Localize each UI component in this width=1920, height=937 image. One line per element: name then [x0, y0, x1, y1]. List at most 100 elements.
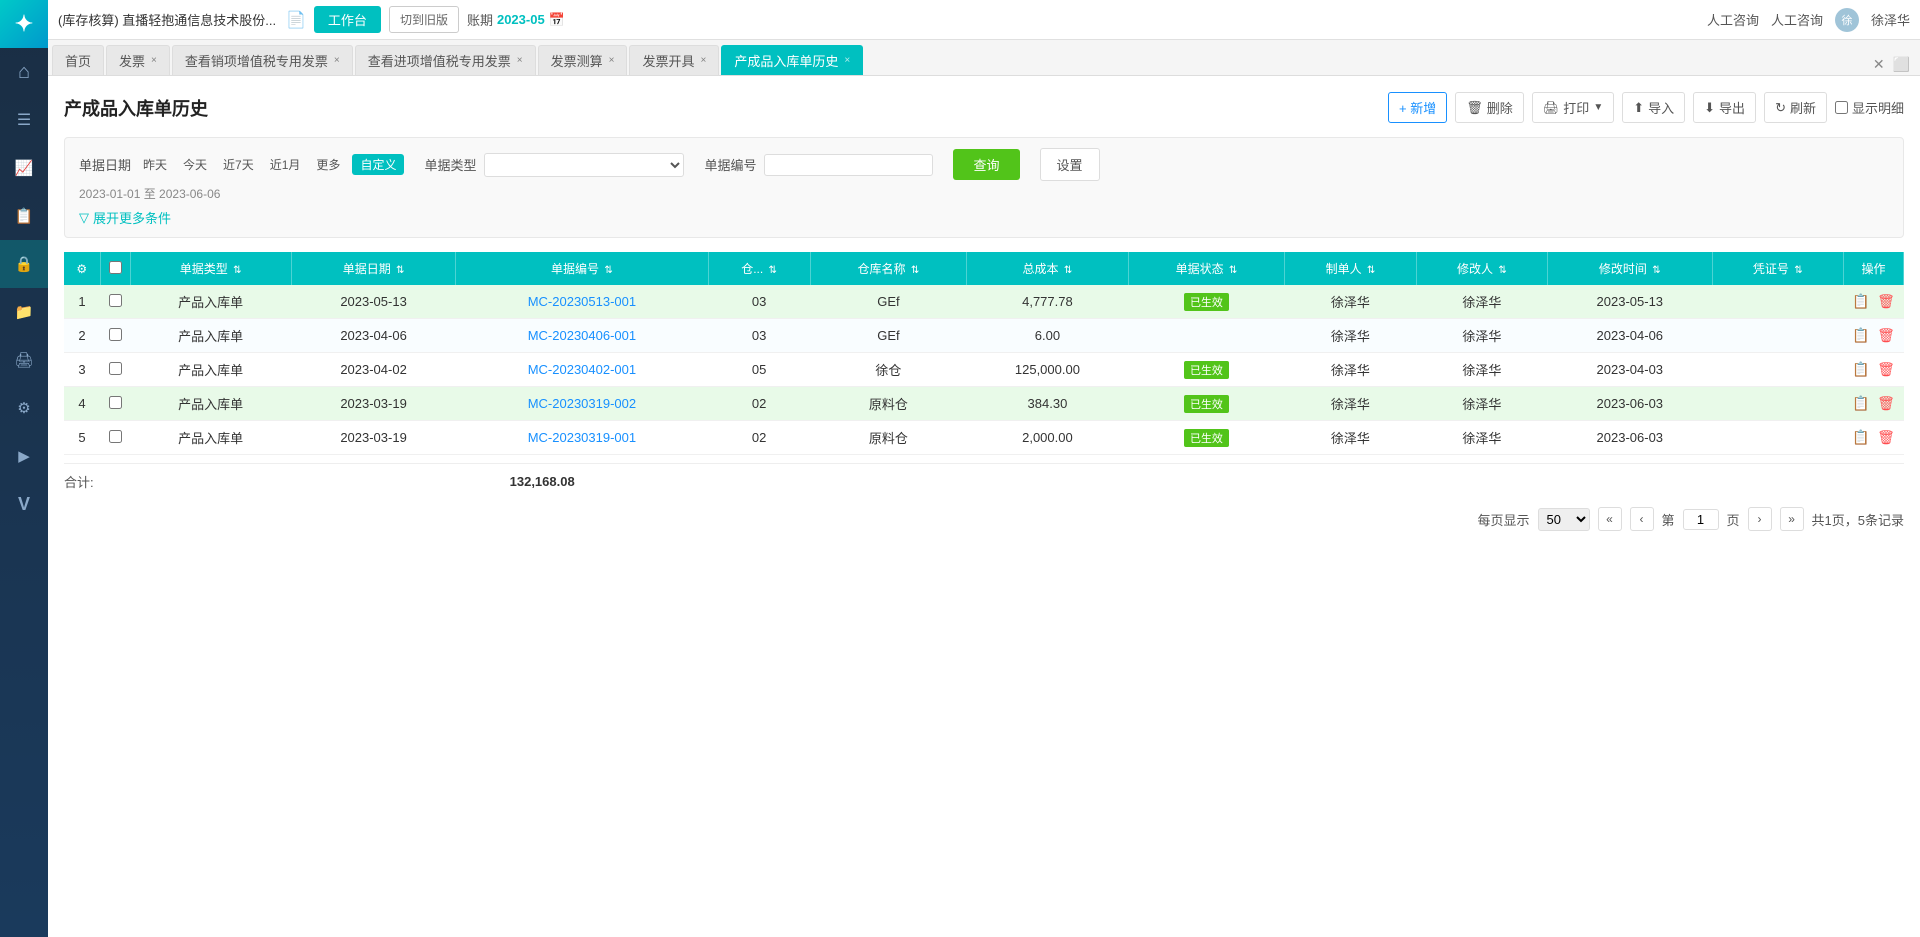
export-button[interactable]: ⬇ 导出 — [1693, 92, 1756, 123]
edit-icon[interactable]: 📋 — [1852, 429, 1869, 445]
sidebar-item-settings[interactable]: ⚙ — [0, 384, 48, 432]
tab-purchase-vat[interactable]: 查看进项增值税专用发票 × — [355, 45, 536, 75]
app-logo[interactable]: ✦ — [0, 0, 48, 48]
tab-invoices[interactable]: 发票 × — [106, 45, 170, 75]
status-col-header[interactable]: 单据状态 ⇅ — [1128, 252, 1285, 285]
row-number-link[interactable]: MC-20230319-002 — [456, 387, 708, 421]
sidebar-item-menu[interactable]: ☰ — [0, 96, 48, 144]
delete-row-icon[interactable]: 🗑 — [1877, 429, 1895, 445]
tab-product-history[interactable]: 产成品入库单历史 × — [721, 45, 863, 75]
sidebar-item-security[interactable]: 🔒 — [0, 240, 48, 288]
modifier-col-header[interactable]: 修改人 ⇅ — [1416, 252, 1547, 285]
edit-icon[interactable]: 📋 — [1852, 327, 1869, 343]
delete-row-icon[interactable]: 🗑 — [1877, 293, 1895, 309]
delete-button[interactable]: 🗑 删除 — [1455, 92, 1524, 123]
row-modifier: 徐泽华 — [1416, 421, 1547, 455]
modify-time-col-header[interactable]: 修改时间 ⇅ — [1548, 252, 1712, 285]
sidebar-item-analytics[interactable]: 📈 — [0, 144, 48, 192]
row-creator: 徐泽华 — [1285, 319, 1416, 353]
print-button[interactable]: 🖨 打印 ▼ — [1532, 92, 1614, 123]
type-filter-select[interactable] — [484, 153, 684, 177]
voucher-col-header[interactable]: 凭证号 ⇅ — [1712, 252, 1843, 285]
row-number-link[interactable]: MC-20230319-001 — [456, 421, 708, 455]
calendar-icon[interactable]: 📅 — [549, 12, 565, 28]
close-icon[interactable]: × — [609, 55, 615, 66]
per-page-select[interactable]: 50 100 — [1538, 508, 1590, 531]
warehouse-code-col-header[interactable]: 仓... ⇅ — [708, 252, 810, 285]
type-col-header[interactable]: 单据类型 ⇅ — [130, 252, 291, 285]
table-row: 1 产品入库单 2023-05-13 MC-20230513-001 03 GE… — [64, 285, 1904, 319]
edit-icon[interactable]: 📋 — [1852, 395, 1869, 411]
row-checkbox[interactable] — [100, 285, 130, 319]
sidebar-item-files[interactable]: 📁 — [0, 288, 48, 336]
tab-invoice-calc[interactable]: 发票测算 × — [538, 45, 628, 75]
workbench-button[interactable]: 工作台 — [314, 6, 381, 33]
row-checkbox[interactable] — [100, 387, 130, 421]
delete-row-icon[interactable]: 🗑 — [1877, 395, 1895, 411]
sidebar-item-print[interactable]: 🖨 — [0, 336, 48, 384]
tab-home[interactable]: 首页 — [52, 45, 104, 75]
row-voucher — [1712, 353, 1843, 387]
filter-settings-button[interactable]: 设置 — [1040, 148, 1100, 181]
row-checkbox[interactable] — [100, 421, 130, 455]
support-text[interactable]: 人工咨询 — [1771, 10, 1823, 29]
sidebar-item-play[interactable]: ▶ — [0, 432, 48, 480]
sidebar-item-home[interactable]: ⌂ — [0, 48, 48, 96]
maximize-icon[interactable]: ⬜ — [1893, 56, 1910, 73]
creator-col-header[interactable]: 制单人 ⇅ — [1285, 252, 1416, 285]
shortcut-more[interactable]: 更多 — [312, 155, 344, 174]
shortcut-7days[interactable]: 近7天 — [219, 155, 258, 174]
row-warehouse-code: 05 — [708, 353, 810, 387]
query-button[interactable]: 查询 — [953, 149, 1019, 180]
row-number-link[interactable]: MC-20230406-001 — [456, 319, 708, 353]
first-page-button[interactable]: « — [1598, 507, 1622, 531]
row-number-link[interactable]: MC-20230513-001 — [456, 285, 708, 319]
shortcut-1month[interactable]: 近1月 — [266, 155, 305, 174]
close-icon[interactable]: × — [700, 55, 706, 66]
close-all-icon[interactable]: ✕ — [1873, 56, 1885, 73]
close-icon[interactable]: × — [517, 55, 523, 66]
settings-col-header[interactable]: ⚙ — [64, 252, 100, 285]
checkbox-col-header[interactable] — [100, 252, 130, 285]
select-all-checkbox[interactable] — [109, 261, 122, 274]
sidebar-item-version[interactable]: V — [0, 480, 48, 528]
custom-date-button[interactable]: 自定义 — [352, 154, 404, 175]
next-page-button[interactable]: › — [1748, 507, 1772, 531]
edit-icon[interactable]: 📋 — [1852, 293, 1869, 309]
page-input[interactable] — [1683, 509, 1719, 530]
add-button[interactable]: + 新增 — [1388, 92, 1447, 123]
edit-icon[interactable]: 📋 — [1852, 361, 1869, 377]
last-page-button[interactable]: » — [1780, 507, 1804, 531]
prev-page-button[interactable]: ‹ — [1630, 507, 1654, 531]
delete-row-icon[interactable]: 🗑 — [1877, 361, 1895, 377]
date-col-header[interactable]: 单据日期 ⇅ — [291, 252, 455, 285]
row-checkbox[interactable] — [100, 319, 130, 353]
show-detail-input[interactable] — [1835, 101, 1848, 114]
shortcut-today[interactable]: 今天 — [179, 155, 211, 174]
delete-row-icon[interactable]: 🗑 — [1877, 327, 1895, 343]
total-label: 合计: — [64, 472, 94, 491]
close-icon[interactable]: × — [334, 55, 340, 66]
row-checkbox[interactable] — [100, 353, 130, 387]
shortcut-yesterday[interactable]: 昨天 — [139, 155, 171, 174]
refresh-button[interactable]: ↻ 刷新 — [1764, 92, 1827, 123]
row-warehouse-code: 03 — [708, 285, 810, 319]
number-filter-input[interactable] — [764, 154, 933, 176]
row-number-link[interactable]: MC-20230402-001 — [456, 353, 708, 387]
row-date: 2023-03-19 — [291, 421, 455, 455]
sidebar-item-documents[interactable]: 📋 — [0, 192, 48, 240]
close-icon[interactable]: × — [151, 55, 157, 66]
total-cost-col-header[interactable]: 总成本 ⇅ — [967, 252, 1128, 285]
support-label[interactable]: 人工咨询 — [1707, 10, 1759, 29]
show-detail-checkbox[interactable]: 显示明细 — [1835, 98, 1904, 117]
close-icon[interactable]: × — [844, 55, 850, 66]
tab-invoice-open[interactable]: 发票开具 × — [629, 45, 719, 75]
expand-more-button[interactable]: ▽ 展开更多条件 — [79, 208, 1889, 227]
warehouse-name-col-header[interactable]: 仓库名称 ⇅ — [810, 252, 967, 285]
user-name[interactable]: 徐泽华 — [1871, 10, 1910, 29]
tab-sales-vat[interactable]: 查看销项增值税专用发票 × — [172, 45, 353, 75]
company-selector[interactable]: (库存核算) 直播轻抱通信息技术股份... ▼ — [58, 10, 278, 29]
import-button[interactable]: ⬆ 导入 — [1622, 92, 1685, 123]
number-col-header[interactable]: 单据编号 ⇅ — [456, 252, 708, 285]
switch-version-button[interactable]: 切到旧版 — [389, 6, 459, 33]
